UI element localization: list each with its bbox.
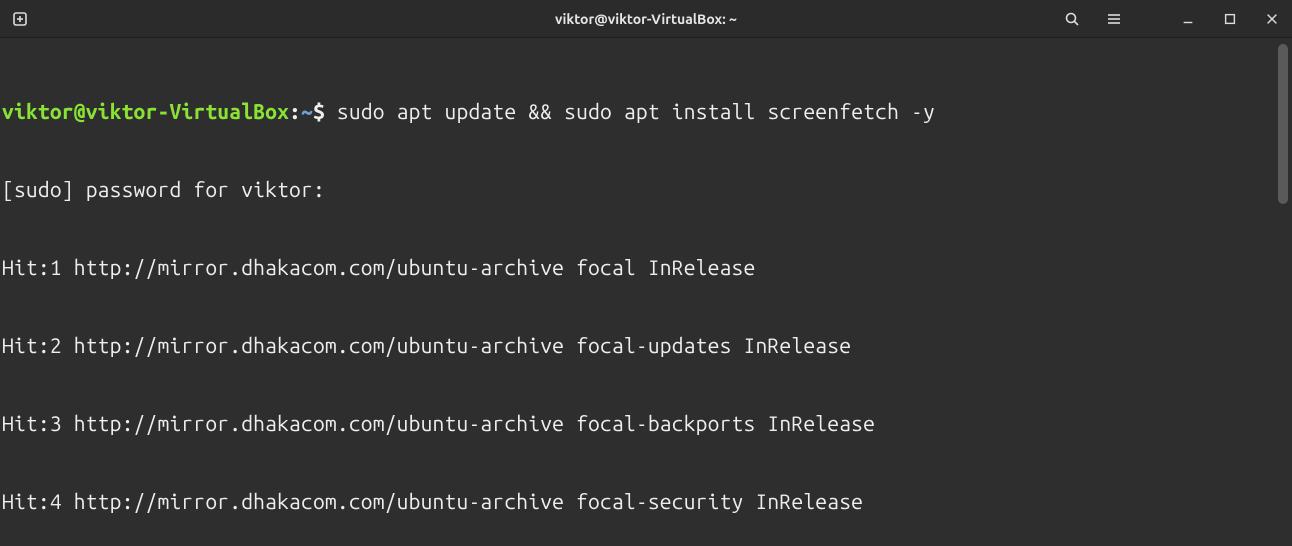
command-text: sudo apt update && sudo apt install scre… bbox=[325, 99, 935, 123]
close-icon bbox=[1265, 12, 1279, 26]
prompt-path: ~ bbox=[301, 99, 313, 123]
hamburger-menu-icon bbox=[1106, 11, 1122, 27]
output-line: Hit:3 http://mirror.dhakacom.com/ubuntu-… bbox=[2, 410, 1292, 436]
prompt-colon: : bbox=[289, 99, 301, 123]
minimize-icon bbox=[1181, 12, 1195, 26]
output-line: Hit:2 http://mirror.dhakacom.com/ubuntu-… bbox=[2, 332, 1292, 358]
new-tab-icon bbox=[12, 11, 28, 27]
titlebar-right bbox=[1062, 9, 1282, 29]
prompt-userhost: viktor@viktor-VirtualBox bbox=[2, 99, 289, 123]
search-icon bbox=[1064, 11, 1080, 27]
prompt-line: viktor@viktor-VirtualBox:~$ sudo apt upd… bbox=[2, 98, 1292, 124]
maximize-icon bbox=[1223, 12, 1237, 26]
output-line: Hit:1 http://mirror.dhakacom.com/ubuntu-… bbox=[2, 254, 1292, 280]
prompt-symbol: $ bbox=[313, 99, 325, 123]
menu-button[interactable] bbox=[1104, 9, 1124, 29]
maximize-button[interactable] bbox=[1220, 9, 1240, 29]
output-line: [sudo] password for viktor: bbox=[2, 176, 1292, 202]
titlebar: viktor@viktor-VirtualBox: ~ bbox=[0, 0, 1292, 38]
minimize-button[interactable] bbox=[1178, 9, 1198, 29]
scrollbar-thumb[interactable] bbox=[1278, 44, 1288, 204]
search-button[interactable] bbox=[1062, 9, 1082, 29]
close-button[interactable] bbox=[1262, 9, 1282, 29]
output-line: Hit:4 http://mirror.dhakacom.com/ubuntu-… bbox=[2, 488, 1292, 514]
terminal-body[interactable]: viktor@viktor-VirtualBox:~$ sudo apt upd… bbox=[0, 38, 1292, 546]
titlebar-left bbox=[10, 9, 30, 29]
new-tab-button[interactable] bbox=[10, 9, 30, 29]
